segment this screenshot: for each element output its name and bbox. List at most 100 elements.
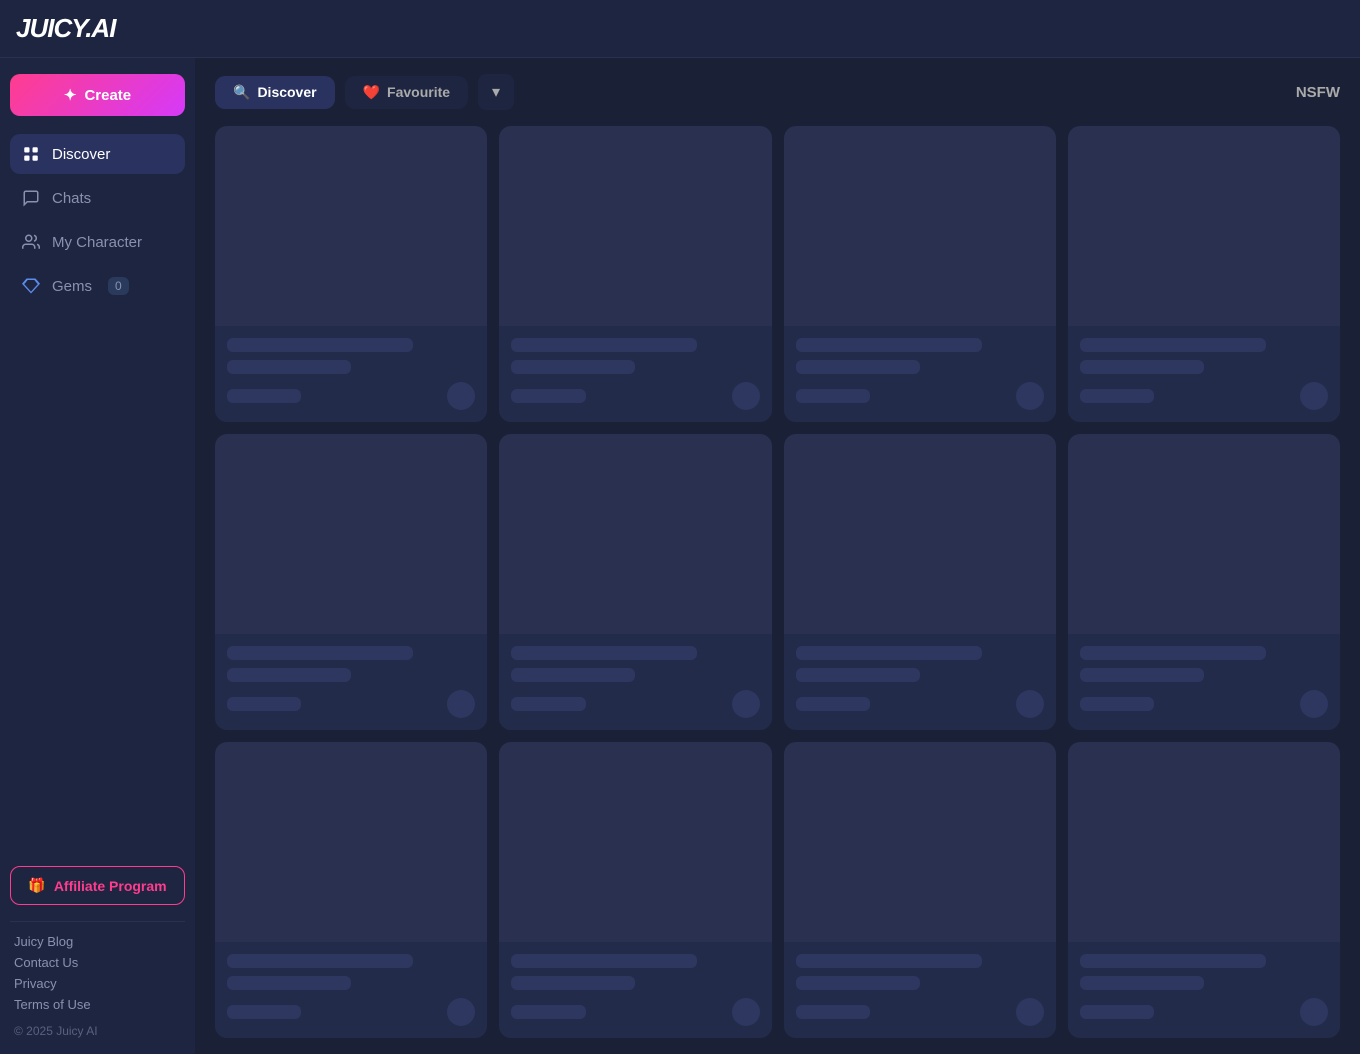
sidebar-item-gems-label: Gems [52,278,92,295]
card-footer [227,382,475,410]
card-image-placeholder [499,434,771,634]
card-info [1068,942,1340,1038]
card-avatar-skeleton [1016,690,1044,718]
card-title-skeleton [227,954,413,968]
card-subtitle-skeleton [227,360,351,374]
card-footer [1080,998,1328,1026]
card-info [215,326,487,422]
card-footer [796,690,1044,718]
card[interactable] [1068,434,1340,730]
more-options-button[interactable]: ▾ [478,74,514,110]
card-tag-skeleton [227,389,301,403]
card-footer [796,382,1044,410]
card-title-skeleton [796,954,982,968]
create-icon: ✦ [64,86,77,104]
footer-links: Juicy Blog Contact Us Privacy Terms of U… [10,934,185,1012]
topbar-left: 🔍 Discover ❤️ Favourite ▾ [215,74,514,110]
card[interactable] [215,434,487,730]
card[interactable] [499,742,771,1038]
sidebar-item-chats[interactable]: Chats [10,178,185,218]
card[interactable] [499,434,771,730]
sidebar-item-discover[interactable]: Discover [10,134,185,174]
card-info [784,942,1056,1038]
card-tag-skeleton [511,1005,585,1019]
card-image-placeholder [1068,434,1340,634]
card-subtitle-skeleton [511,668,635,682]
card-title-skeleton [796,646,982,660]
footer-copyright: © 2025 Juicy AI [10,1024,185,1038]
footer-link-contact[interactable]: Contact Us [14,955,181,970]
card[interactable] [784,742,1056,1038]
footer-link-terms[interactable]: Terms of Use [14,997,181,1012]
card-info [784,326,1056,422]
card-info [1068,326,1340,422]
card-subtitle-skeleton [796,668,920,682]
card-tag-skeleton [1080,389,1154,403]
card-info [499,942,771,1038]
tab-discover[interactable]: 🔍 Discover [215,76,335,109]
card-subtitle-skeleton [1080,668,1204,682]
logo[interactable]: JUICY.AI [16,13,115,44]
card-info [499,326,771,422]
footer-link-blog[interactable]: Juicy Blog [14,934,181,949]
card-title-skeleton [511,646,697,660]
card-tag-skeleton [796,389,870,403]
card-footer [227,998,475,1026]
card[interactable] [1068,126,1340,422]
card-title-skeleton [1080,646,1266,660]
footer-link-privacy[interactable]: Privacy [14,976,181,991]
card-title-skeleton [227,646,413,660]
person-icon [22,233,40,251]
card-image-placeholder [1068,742,1340,942]
card-image-placeholder [1068,126,1340,326]
sidebar-item-my-character[interactable]: My Character [10,222,185,262]
sidebar-divider [10,921,185,922]
gem-icon [22,277,40,295]
card-avatar-skeleton [1016,998,1044,1026]
sidebar-item-gems[interactable]: Gems 0 [10,266,185,306]
card-image-placeholder [215,742,487,942]
card-footer [796,998,1044,1026]
card-tag-skeleton [796,697,870,711]
card-image-placeholder [784,126,1056,326]
tab-discover-label: Discover [257,84,316,100]
sidebar-item-chats-label: Chats [52,190,91,207]
tab-favourite[interactable]: ❤️ Favourite [345,76,468,109]
affiliate-button[interactable]: 🎁 Affiliate Program [10,866,185,905]
affiliate-label: Affiliate Program [54,878,167,894]
card-footer [1080,382,1328,410]
card-subtitle-skeleton [796,360,920,374]
card-info [784,634,1056,730]
card-tag-skeleton [796,1005,870,1019]
card-tag-skeleton [511,697,585,711]
card[interactable] [215,742,487,1038]
logo-text: JUICY.AI [16,13,115,43]
card-tag-skeleton [1080,1005,1154,1019]
card-subtitle-skeleton [1080,976,1204,990]
create-button[interactable]: ✦ Create [10,74,185,116]
create-label: Create [84,87,131,104]
sidebar-nav: Discover Chats [10,134,185,310]
card-footer [511,690,759,718]
topbar: 🔍 Discover ❤️ Favourite ▾ NSFW [215,74,1340,110]
card-avatar-skeleton [447,690,475,718]
card[interactable] [784,434,1056,730]
sidebar-item-discover-label: Discover [52,146,110,163]
card-info [215,942,487,1038]
card-subtitle-skeleton [796,976,920,990]
card-footer [1080,690,1328,718]
card[interactable] [499,126,771,422]
card-title-skeleton [511,338,697,352]
card-avatar-skeleton [447,382,475,410]
card[interactable] [1068,742,1340,1038]
card[interactable] [784,126,1056,422]
header: JUICY.AI [0,0,1360,58]
tab-favourite-label: Favourite [387,84,450,100]
card-title-skeleton [511,954,697,968]
grid-icon [22,145,40,163]
cards-grid [215,126,1340,1038]
card-info [215,634,487,730]
affiliate-icon: 🎁 [28,877,45,894]
card-subtitle-skeleton [227,976,351,990]
card[interactable] [215,126,487,422]
